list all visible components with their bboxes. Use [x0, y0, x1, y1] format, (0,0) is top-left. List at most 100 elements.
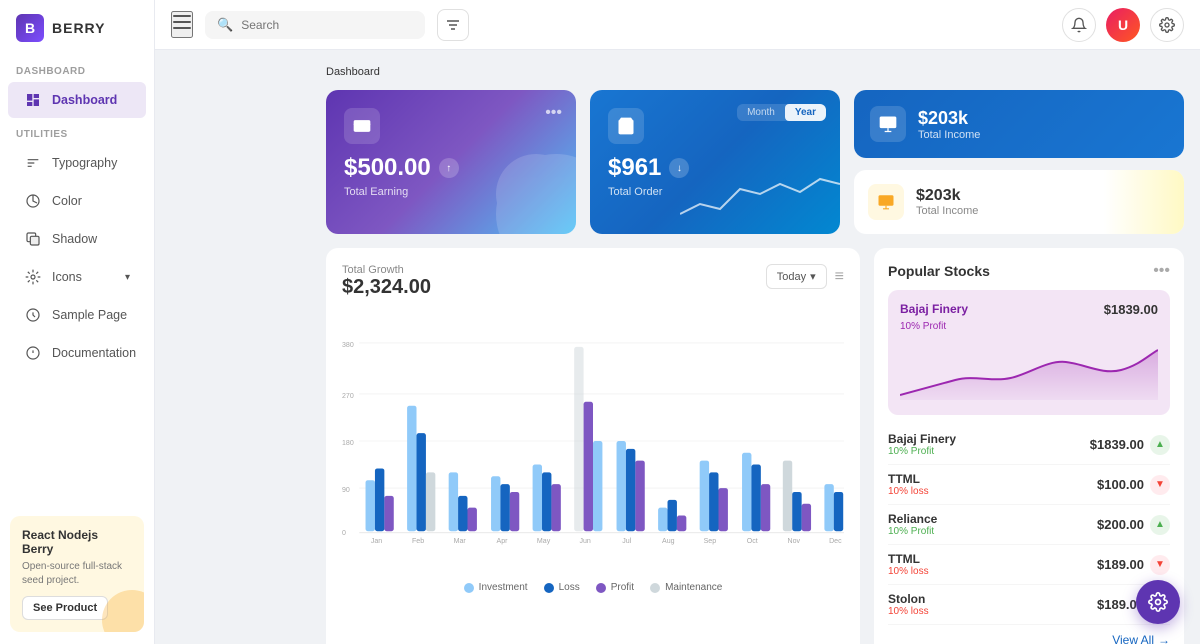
sidebar-label-typography: Typography: [52, 156, 117, 170]
svg-text:180: 180: [342, 440, 354, 447]
breadcrumb: Dashboard: [326, 66, 1184, 78]
notification-button[interactable]: [1062, 8, 1096, 42]
sidebar-item-typography[interactable]: Typography: [8, 145, 146, 181]
stock-value: $1839.00: [1090, 437, 1144, 452]
main-content: Dashboard ••• $500.00 ↑ Total Earning Mo…: [310, 50, 1200, 644]
svg-text:0: 0: [342, 530, 346, 537]
svg-text:Mar: Mar: [454, 538, 467, 545]
avatar[interactable]: U: [1106, 8, 1140, 42]
stock-info: Reliance 10% Profit: [888, 512, 937, 537]
icons-icon: [24, 268, 42, 286]
today-button[interactable]: Today ▾: [766, 264, 827, 289]
sidebar-label-icons: Icons: [52, 270, 82, 284]
income-bottom-amount: $203k: [916, 187, 978, 205]
stocks-card: Popular Stocks ••• Bajaj Finery $1839.00…: [874, 248, 1184, 644]
right-panel: $203k Total Income $203k Total Income: [854, 90, 1184, 234]
svg-text:May: May: [537, 538, 551, 545]
sidebar-item-icons[interactable]: Icons ▾: [8, 259, 146, 295]
bar-chart: 380 270 180 90 0: [342, 311, 844, 574]
stocks-menu[interactable]: •••: [1153, 262, 1170, 280]
settings-button[interactable]: [1150, 8, 1184, 42]
stock-row-reliance: Reliance 10% Profit $200.00 ▲: [888, 505, 1170, 545]
legend-profit: Profit: [596, 582, 634, 593]
stock-name: TTML: [888, 472, 929, 486]
legend-loss: Loss: [544, 582, 580, 593]
sidebar-item-shadow[interactable]: Shadow: [8, 221, 146, 257]
sidebar-label-dashboard: Dashboard: [52, 93, 117, 107]
income-top-label: Total Income: [918, 129, 1168, 141]
sidebar-item-dashboard[interactable]: Dashboard: [8, 82, 146, 118]
stock-row-ttml1: TTML 10% loss $100.00 ▼: [888, 465, 1170, 505]
stock-row-stolon: Stolon 10% loss $189.00 ▼: [888, 585, 1170, 625]
search-input[interactable]: [241, 18, 381, 32]
sidebar-item-sample-page[interactable]: Sample Page: [8, 297, 146, 333]
profit-dot: [596, 583, 606, 593]
chart-amount: $2,324.00: [342, 276, 431, 299]
stock-arrow-down: ▼: [1150, 475, 1170, 495]
chart-menu-icon[interactable]: ≡: [835, 268, 844, 286]
view-all-button[interactable]: View All →: [888, 633, 1170, 644]
stock-row-ttml2: TTML 10% loss $189.00 ▼: [888, 545, 1170, 585]
svg-text:Feb: Feb: [412, 538, 424, 545]
filter-button[interactable]: [437, 9, 469, 41]
stock-arrow-up: ▲: [1150, 515, 1170, 535]
sidebar-label-documentation: Documentation: [52, 346, 136, 360]
sidebar-label-sample-page: Sample Page: [52, 308, 127, 322]
documentation-icon: [24, 344, 42, 362]
stock-row-bajaj: Bajaj Finery 10% Profit $1839.00 ▲: [888, 425, 1170, 465]
promo-banner: React Nodejs Berry Open-source full-stac…: [10, 516, 144, 632]
search-box: 🔍: [205, 11, 425, 39]
stock-change: 10% loss: [888, 606, 929, 617]
stocks-preview-header: Bajaj Finery $1839.00: [900, 302, 1158, 317]
stock-arrow-up: ▲: [1150, 435, 1170, 455]
stock-info: TTML 10% loss: [888, 472, 929, 497]
chart-legend: Investment Loss Profit Maintenance: [342, 582, 844, 593]
chart-title-group: Total Growth $2,324.00: [342, 264, 431, 299]
bottom-row: Total Growth $2,324.00 Today ▾ ≡ 380 270: [326, 248, 1184, 644]
chevron-down-icon: ▾: [125, 272, 130, 283]
stock-change: 10% Profit: [888, 526, 937, 537]
income-bottom-card: $203k Total Income: [854, 170, 1184, 234]
earning-card-menu[interactable]: •••: [545, 104, 562, 122]
legend-maintenance: Maintenance: [650, 582, 722, 593]
stock-info: Bajaj Finery 10% Profit: [888, 432, 956, 457]
stocks-header: Popular Stocks •••: [888, 262, 1170, 280]
svg-text:Aug: Aug: [662, 538, 675, 545]
arrow-right-icon: →: [1158, 633, 1170, 644]
stock-name: TTML: [888, 552, 929, 566]
stock-value: $100.00: [1097, 477, 1144, 492]
preview-name: Bajaj Finery: [900, 302, 968, 317]
stock-change: 10% Profit: [888, 446, 956, 457]
svg-text:Nov: Nov: [788, 538, 801, 545]
typography-icon: [24, 154, 42, 172]
period-toggle: Month Year: [737, 104, 826, 121]
fab-settings[interactable]: [1136, 580, 1180, 624]
svg-text:380: 380: [342, 342, 354, 349]
svg-text:Jan: Jan: [371, 538, 382, 545]
hamburger-button[interactable]: [171, 11, 193, 38]
stock-value: $200.00: [1097, 517, 1144, 532]
stocks-title: Popular Stocks: [888, 263, 990, 279]
order-card: Month Year $961 ↓ Total Order: [590, 90, 840, 234]
stock-name: Stolon: [888, 592, 929, 606]
stock-value: $189.00: [1097, 557, 1144, 572]
stocks-preview: Bajaj Finery $1839.00 10% Profit: [888, 290, 1170, 415]
stock-change: 10% loss: [888, 486, 929, 497]
color-icon: [24, 192, 42, 210]
year-toggle[interactable]: Year: [785, 104, 826, 121]
legend-investment: Investment: [464, 582, 528, 593]
sample-page-icon: [24, 306, 42, 324]
income-info: $203k Total Income: [918, 108, 1168, 141]
cards-row: ••• $500.00 ↑ Total Earning Month Year: [326, 90, 1184, 234]
search-icon: 🔍: [217, 17, 233, 33]
income-bottom-info: $203k Total Income: [916, 187, 978, 217]
sidebar-item-documentation[interactable]: Documentation: [8, 335, 146, 371]
chart-title: Total Growth: [342, 264, 431, 276]
topbar-actions: U: [1062, 8, 1184, 42]
month-toggle[interactable]: Month: [737, 104, 785, 121]
sidebar-item-color[interactable]: Color: [8, 183, 146, 219]
topbar: 🔍 U: [155, 0, 1200, 50]
app-logo[interactable]: B BERRY: [0, 0, 154, 56]
earning-card: ••• $500.00 ↑ Total Earning: [326, 90, 576, 234]
stock-change: 10% loss: [888, 566, 929, 577]
